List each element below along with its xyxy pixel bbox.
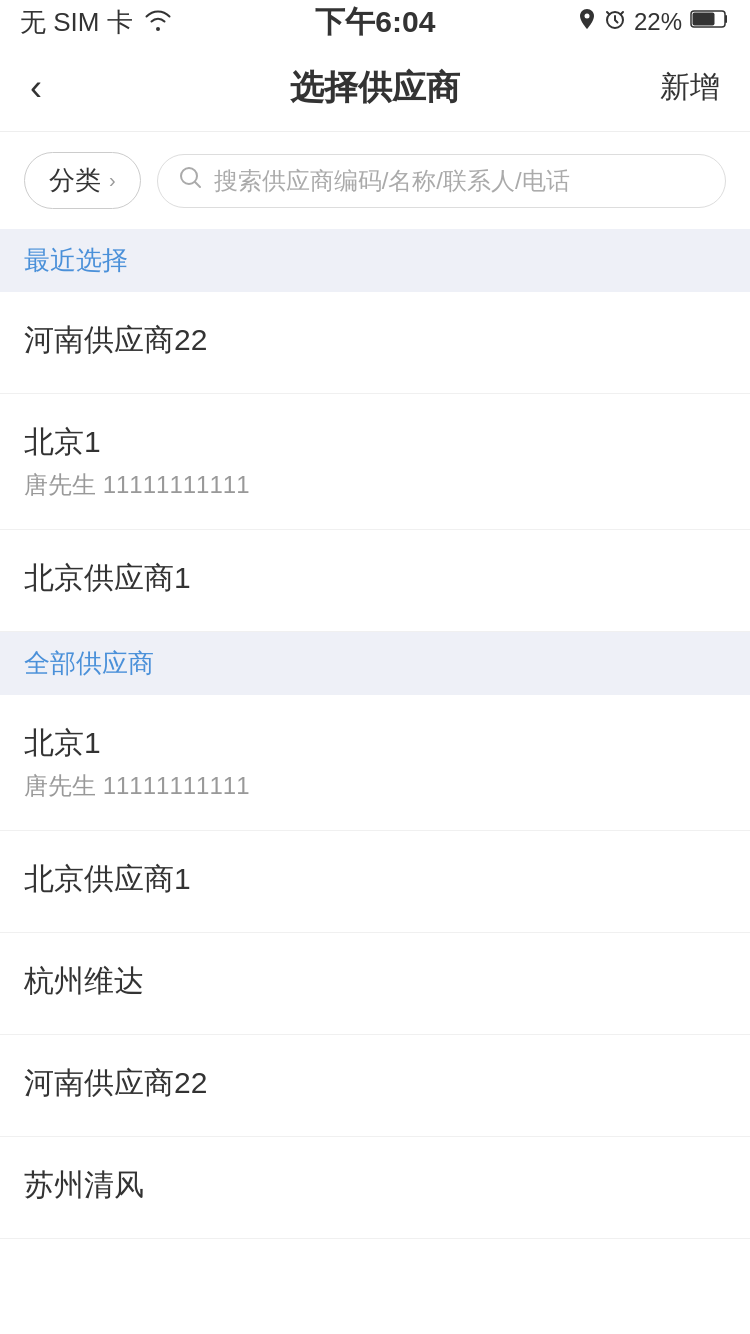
add-button[interactable]: 新增 xyxy=(640,67,720,108)
item-name: 河南供应商22 xyxy=(24,1063,726,1104)
list-item[interactable]: 杭州维达 xyxy=(0,933,750,1035)
list-item[interactable]: 北京1 唐先生 11111111111 xyxy=(0,394,750,530)
status-bar: 无 SIM 卡 下午6:04 22% xyxy=(0,0,750,44)
search-input[interactable] xyxy=(214,167,705,195)
all-list: 北京1 唐先生 11111111111 北京供应商1 杭州维达河南供应商22 苏州清风 xyxy=(0,695,750,1239)
category-filter[interactable]: 分类 › xyxy=(24,152,141,209)
status-time: 下午6:04 xyxy=(315,2,435,43)
item-name: 河南供应商22 xyxy=(24,320,726,361)
list-item[interactable]: 北京供应商1 xyxy=(0,831,750,933)
status-left: 无 SIM 卡 xyxy=(20,5,173,40)
list-item[interactable]: 河南供应商22 xyxy=(0,1035,750,1137)
item-name: 北京1 xyxy=(24,422,726,463)
item-sub: 唐先生 11111111111 xyxy=(24,469,726,501)
search-box xyxy=(157,154,726,208)
list-item[interactable]: 北京供应商1 xyxy=(0,530,750,632)
wifi-icon xyxy=(143,7,173,38)
recent-section-header: 最近选择 xyxy=(0,229,750,292)
nav-bar: ‹ 选择供应商 新增 xyxy=(0,44,750,132)
back-button[interactable]: ‹ xyxy=(30,67,110,109)
svg-rect-3 xyxy=(692,13,714,26)
list-item[interactable]: 苏州清风 xyxy=(0,1137,750,1239)
item-name: 苏州清风 xyxy=(24,1165,726,1206)
item-name: 杭州维达 xyxy=(24,961,726,1002)
search-icon xyxy=(178,165,204,197)
item-name: 北京1 xyxy=(24,723,726,764)
filter-bar: 分类 › xyxy=(0,132,750,229)
recent-list: 河南供应商22 北京1 唐先生 11111111111 北京供应商1 xyxy=(0,292,750,632)
list-item[interactable]: 北京1 唐先生 11111111111 xyxy=(0,695,750,831)
alarm-icon xyxy=(604,8,626,36)
recent-section-label: 最近选择 xyxy=(24,245,128,275)
list-item[interactable]: 河南供应商22 xyxy=(0,292,750,394)
chevron-right-icon: › xyxy=(109,169,116,192)
item-name: 北京供应商1 xyxy=(24,558,726,599)
all-section-header: 全部供应商 xyxy=(0,632,750,695)
sim-status: 无 SIM 卡 xyxy=(20,5,133,40)
status-right: 22% xyxy=(578,8,730,36)
all-section-label: 全部供应商 xyxy=(24,648,154,678)
item-sub: 唐先生 11111111111 xyxy=(24,770,726,802)
category-label: 分类 xyxy=(49,163,101,198)
item-name: 北京供应商1 xyxy=(24,859,726,900)
location-icon xyxy=(578,8,596,36)
battery-icon xyxy=(690,8,730,36)
svg-point-0 xyxy=(584,14,589,19)
battery-text: 22% xyxy=(634,8,682,36)
page-title: 选择供应商 xyxy=(290,65,460,111)
